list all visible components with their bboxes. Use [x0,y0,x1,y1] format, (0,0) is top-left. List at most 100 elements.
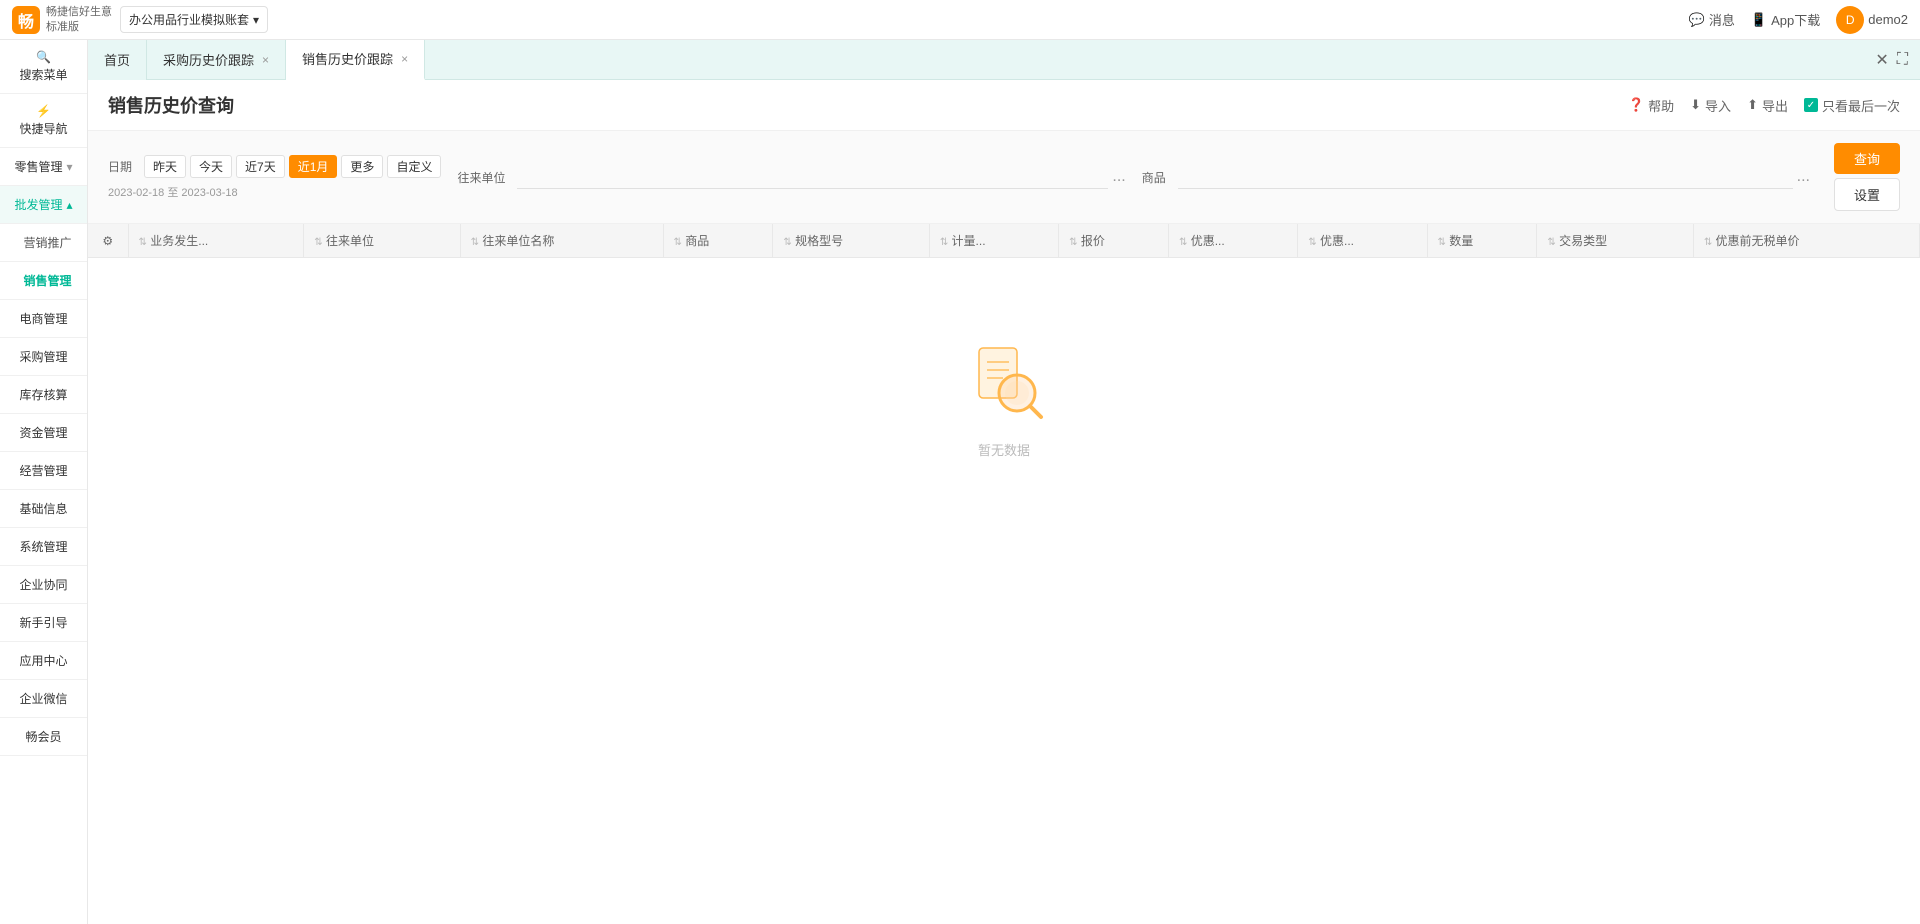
col-discount1[interactable]: ⇅ 优惠... [1168,224,1297,258]
sidebar-item-sales-mgmt[interactable]: 销售管理 [0,262,87,300]
logo-icon: 畅 [12,6,40,34]
table-area: ⚙ ⇅ 业务发生... ⇅ 往来单位 ⇅ [88,224,1920,539]
sort-icon: ⇅ [1704,237,1712,248]
col-trade-type[interactable]: ⇅ 交易类型 [1537,224,1693,258]
help-button[interactable]: ❓ 帮助 [1628,96,1674,115]
logo-text: 畅捷信好生意 标准版 [46,5,112,34]
page-header: 销售历史价查询 ❓ 帮助 ⬇ 导入 ⬆ 导出 ✓ [88,80,1920,131]
date-btn-today[interactable]: 今天 [190,155,232,178]
sidebar-item-sales-promo[interactable]: 营销推广 [0,224,87,262]
only-last-checkbox[interactable]: ✓ [1804,98,1818,112]
page-content: 销售历史价查询 ❓ 帮助 ⬇ 导入 ⬆ 导出 ✓ [88,80,1920,924]
goods-dots[interactable]: ... [1797,168,1810,186]
table-header: ⚙ ⇅ 业务发生... ⇅ 往来单位 ⇅ [88,224,1920,258]
fullscreen-icon[interactable]: ⛶ [1897,51,1908,69]
search-icon: 🔍 [36,50,51,64]
data-table: ⚙ ⇅ 业务发生... ⇅ 往来单位 ⇅ [88,224,1920,258]
col-trading-unit-name[interactable]: ⇅ 往来单位名称 [460,224,663,258]
table-header-row: ⚙ ⇅ 业务发生... ⇅ 往来单位 ⇅ [88,224,1920,258]
date-btn-yesterday[interactable]: 昨天 [144,155,186,178]
empty-state: 暂无数据 [88,258,1920,539]
avatar: D [1836,6,1864,34]
content-area: 首页 采购历史价跟踪 × 销售历史价跟踪 × ✕ ⛶ 销售历史价查询 [88,40,1920,924]
sidebar-item-new-guide[interactable]: 新手引导 [0,604,87,642]
app-download-button[interactable]: 📱 App下载 [1751,10,1820,29]
close-all-tabs-icon[interactable]: ✕ [1875,50,1888,70]
sidebar-item-system-mgmt[interactable]: 系统管理 [0,528,87,566]
col-settings[interactable]: ⚙ [88,224,128,258]
sidebar-item-purchase-mgmt[interactable]: 采购管理 [0,338,87,376]
col-pretax-price[interactable]: ⇅ 优惠前无税单价 [1693,224,1919,258]
sort-icon: ⇅ [471,237,479,248]
filter-row: 日期 昨天 今天 近7天 近1月 更多 自定义 2023-02-18 至 202… [88,131,1920,224]
help-icon: ❓ [1628,97,1644,113]
import-button[interactable]: ⬇ 导入 [1690,96,1731,115]
col-quantity[interactable]: ⇅ 数量 [1427,224,1537,258]
sort-icon: ⇅ [674,237,682,248]
sidebar-item-quick-nav[interactable]: ⚡ 快捷导航 [0,94,87,148]
only-last-checkbox-label[interactable]: ✓ 只看最后一次 [1804,96,1900,115]
chevron-up-icon: ▴ [66,198,72,212]
top-bar-right: 💬 消息 📱 App下载 D demo2 [1689,6,1908,34]
date-btn-custom[interactable]: 自定义 [387,155,441,178]
chevron-down-icon: ▾ [253,13,259,27]
sort-icon: ⇅ [1179,237,1187,248]
sidebar-item-inventory-mgmt[interactable]: 库存核算 [0,376,87,414]
message-button[interactable]: 💬 消息 [1689,10,1735,29]
sidebar-item-wholesale-mgmt[interactable]: 批发管理 ▴ [0,186,87,224]
tab-bar: 首页 采购历史价跟踪 × 销售历史价跟踪 × ✕ ⛶ [88,40,1920,80]
tab-purchase-history-close[interactable]: × [262,53,269,67]
sidebar-item-finance-mgmt[interactable]: 资金管理 [0,414,87,452]
user-profile[interactable]: D demo2 [1836,6,1908,34]
sidebar-item-retail-mgmt[interactable]: 零售管理 ▾ [0,148,87,186]
settings-button[interactable]: 设置 [1834,178,1900,211]
date-btn-1month[interactable]: 近1月 [289,155,338,178]
sort-icon: ⇅ [1547,237,1555,248]
trading-unit-dots[interactable]: ... [1112,168,1125,186]
top-bar: 畅 畅捷信好生意 标准版 办公用品行业模拟账套 ▾ 💬 消息 📱 App下载 D… [0,0,1920,40]
empty-svg-icon [959,338,1049,428]
top-bar-left: 畅 畅捷信好生意 标准版 办公用品行业模拟账套 ▾ [12,5,268,34]
tab-home[interactable]: 首页 [88,40,147,80]
sort-icon: ⇅ [1308,237,1316,248]
tab-sales-history-close[interactable]: × [401,52,408,66]
trading-unit-filter: 往来单位 ... [457,166,1125,189]
sidebar-item-enterprise-collab[interactable]: 企业协同 [0,566,87,604]
sidebar-item-ecommerce-mgmt[interactable]: 电商管理 [0,300,87,338]
col-unit[interactable]: ⇅ 计量... [929,224,1058,258]
date-btn-7days[interactable]: 近7天 [236,155,285,178]
sidebar-item-member[interactable]: 畅会员 [0,718,87,756]
tab-purchase-history[interactable]: 采购历史价跟踪 × [147,40,286,80]
col-business-date[interactable]: ⇅ 业务发生... [128,224,304,258]
sort-icon: ⇅ [783,237,791,248]
sort-icon: ⇅ [139,237,147,248]
main-layout: 🔍 搜索菜单 ⚡ 快捷导航 零售管理 ▾ 批发管理 ▴ 营销推广 销售管理 电商… [0,40,1920,924]
trading-unit-input[interactable] [517,166,1108,189]
tab-sales-history[interactable]: 销售历史价跟踪 × [286,40,425,80]
col-spec[interactable]: ⇅ 规格型号 [773,224,929,258]
col-quote[interactable]: ⇅ 报价 [1059,224,1169,258]
sort-icon: ⇅ [940,237,948,248]
col-discount2[interactable]: ⇅ 优惠... [1298,224,1427,258]
filter-action-buttons: 查询 设置 [1834,143,1900,211]
page-header-actions: ❓ 帮助 ⬇ 导入 ⬆ 导出 ✓ 只看最后一次 [1628,96,1900,115]
col-trading-unit[interactable]: ⇅ 往来单位 [304,224,460,258]
page-title: 销售历史价查询 [108,92,234,118]
goods-input[interactable] [1178,166,1793,189]
empty-text: 暂无数据 [978,440,1030,459]
download-icon: 📱 [1751,12,1767,28]
query-button[interactable]: 查询 [1834,143,1900,174]
sort-icon: ⇅ [1069,237,1077,248]
sidebar-item-basic-info[interactable]: 基础信息 [0,490,87,528]
sidebar-item-operations-mgmt[interactable]: 经营管理 [0,452,87,490]
date-btn-more[interactable]: 更多 [341,155,383,178]
import-icon: ⬇ [1690,97,1701,113]
sidebar-item-app-center[interactable]: 应用中心 [0,642,87,680]
app-selector[interactable]: 办公用品行业模拟账套 ▾ [120,6,268,33]
date-filter-group: 日期 昨天 今天 近7天 近1月 更多 自定义 2023-02-18 至 202… [108,155,441,200]
sidebar-item-search-menu[interactable]: 🔍 搜索菜单 [0,40,87,94]
export-button[interactable]: ⬆ 导出 [1747,96,1788,115]
sidebar-item-enterprise-wechat[interactable]: 企业微信 [0,680,87,718]
settings-icon: ⚙ [102,234,113,248]
col-goods[interactable]: ⇅ 商品 [663,224,773,258]
